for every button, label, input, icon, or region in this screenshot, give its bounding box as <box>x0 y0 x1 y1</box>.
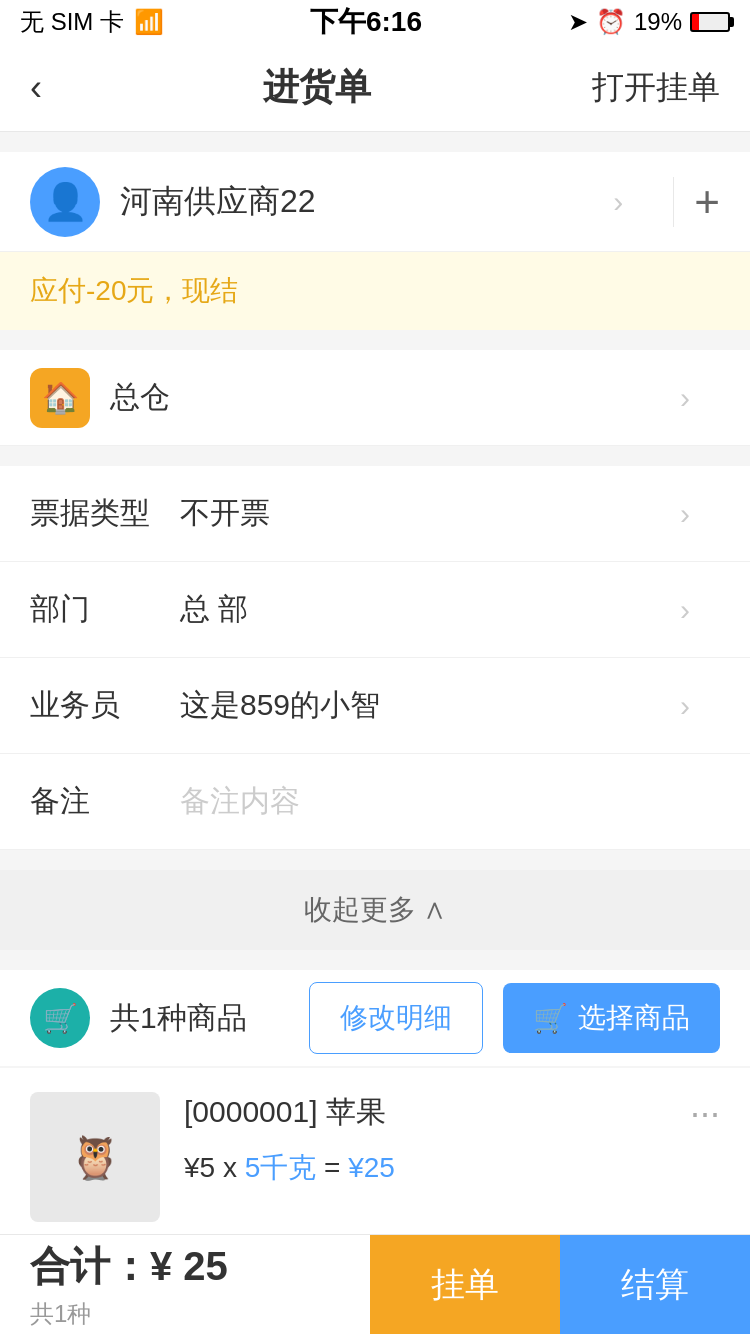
department-row[interactable]: 部门 总 部 › <box>0 562 750 658</box>
department-chevron: › <box>680 593 690 627</box>
warehouse-section: 🏠 总仓 › <box>0 350 750 446</box>
bottom-bar: 合计：¥ 25 共1种 挂单 结算 <box>0 1234 750 1334</box>
status-bar: 无 SIM 卡 📶 下午6:16 ➤ ⏰ 19% <box>0 0 750 44</box>
notice-bar: 应付-20元，现结 <box>0 252 750 330</box>
divider <box>673 177 674 227</box>
battery-icon <box>690 12 730 32</box>
total-label: 合计： <box>30 1244 150 1288</box>
price-multiply: x <box>223 1152 245 1183</box>
warehouse-icon: 🏠 <box>30 368 90 428</box>
add-supplier-button[interactable]: + <box>694 177 720 227</box>
notice-text: 应付-20元，现结 <box>30 275 238 306</box>
page-title: 进货单 <box>263 63 371 112</box>
salesperson-value: 这是859的小智 <box>150 685 680 726</box>
product-header: 🛒 共1种商品 修改明细 🛒 选择商品 <box>0 970 750 1066</box>
warehouse-row[interactable]: 🏠 总仓 › <box>0 350 750 446</box>
product-thumbnail: 🦉 <box>30 1092 160 1222</box>
product-image-placeholder: 🦉 <box>69 1133 121 1182</box>
total-amount: ¥ 25 <box>150 1244 228 1288</box>
supplier-section: 👤 河南供应商22 › + 应付-20元，现结 <box>0 152 750 330</box>
remarks-row[interactable]: 备注 备注内容 <box>0 754 750 850</box>
product-name: [0000001] 苹果 <box>184 1092 690 1133</box>
location-icon: ➤ <box>568 8 588 36</box>
product-more-button[interactable]: ··· <box>690 1092 720 1134</box>
product-icon: 🛒 <box>30 988 90 1048</box>
invoice-type-value: 不开票 <box>150 493 680 534</box>
supplier-chevron-icon: › <box>613 185 623 219</box>
remarks-input[interactable]: 备注内容 <box>150 781 720 822</box>
supplier-row[interactable]: 👤 河南供应商22 › + <box>0 152 750 252</box>
price-total: ¥25 <box>348 1152 395 1183</box>
alarm-icon: ⏰ <box>596 8 626 36</box>
cart-icon: 🛒 <box>43 1002 78 1035</box>
invoice-type-chevron: › <box>680 497 690 531</box>
status-left: 无 SIM 卡 📶 <box>20 6 164 38</box>
supplier-name: 河南供应商22 <box>120 180 613 224</box>
hang-order-button[interactable]: 挂单 <box>370 1235 560 1334</box>
salesperson-label: 业务员 <box>30 685 150 726</box>
avatar-icon: 👤 <box>43 181 88 223</box>
product-count: 共1种商品 <box>110 998 309 1039</box>
form-section: 票据类型 不开票 › 部门 总 部 › 业务员 这是859的小智 › 备注 备注… <box>0 466 750 850</box>
supplier-avatar: 👤 <box>30 167 100 237</box>
status-right: ➤ ⏰ 19% <box>568 8 730 36</box>
department-value: 总 部 <box>150 589 680 630</box>
total-area: 合计：¥ 25 共1种 <box>0 1235 370 1334</box>
carrier-label: 无 SIM 卡 <box>20 6 124 38</box>
checkout-button[interactable]: 结算 <box>560 1235 750 1334</box>
product-info: [0000001] 苹果 ¥5 x 5千克 = ¥25 <box>184 1092 690 1187</box>
wifi-icon: 📶 <box>134 8 164 36</box>
open-pending-button[interactable]: 打开挂单 <box>592 66 720 110</box>
product-code: [0000001] <box>184 1095 317 1128</box>
warehouse-label: 总仓 <box>110 377 170 418</box>
total-main: 合计：¥ 25 <box>30 1239 370 1294</box>
back-button[interactable]: ‹ <box>30 67 42 109</box>
time-label: 下午6:16 <box>310 3 422 41</box>
invoice-type-label: 票据类型 <box>30 493 150 534</box>
product-card: 🦉 [0000001] 苹果 ¥5 x 5千克 = ¥25 ··· <box>0 1068 750 1246</box>
salesperson-chevron: › <box>680 689 690 723</box>
total-sub: 共1种 <box>30 1298 370 1330</box>
select-product-button[interactable]: 🛒 选择商品 <box>503 983 720 1053</box>
product-title: 苹果 <box>326 1095 386 1128</box>
collapse-label: 收起更多 ∧ <box>304 891 447 929</box>
select-product-label: 选择商品 <box>578 999 690 1037</box>
department-label: 部门 <box>30 589 150 630</box>
price-equals: = <box>324 1152 348 1183</box>
edit-detail-button[interactable]: 修改明细 <box>309 982 483 1054</box>
price-unit: ¥5 <box>184 1152 215 1183</box>
battery-percent: 19% <box>634 8 682 36</box>
price-qty: 5千克 <box>245 1152 317 1183</box>
warehouse-chevron-icon: › <box>680 381 690 415</box>
select-product-icon: 🛒 <box>533 1002 568 1035</box>
invoice-type-row[interactable]: 票据类型 不开票 › <box>0 466 750 562</box>
product-price: ¥5 x 5千克 = ¥25 <box>184 1149 690 1187</box>
nav-bar: ‹ 进货单 打开挂单 <box>0 44 750 132</box>
remarks-label: 备注 <box>30 781 150 822</box>
salesperson-row[interactable]: 业务员 这是859的小智 › <box>0 658 750 754</box>
collapse-bar[interactable]: 收起更多 ∧ <box>0 870 750 950</box>
